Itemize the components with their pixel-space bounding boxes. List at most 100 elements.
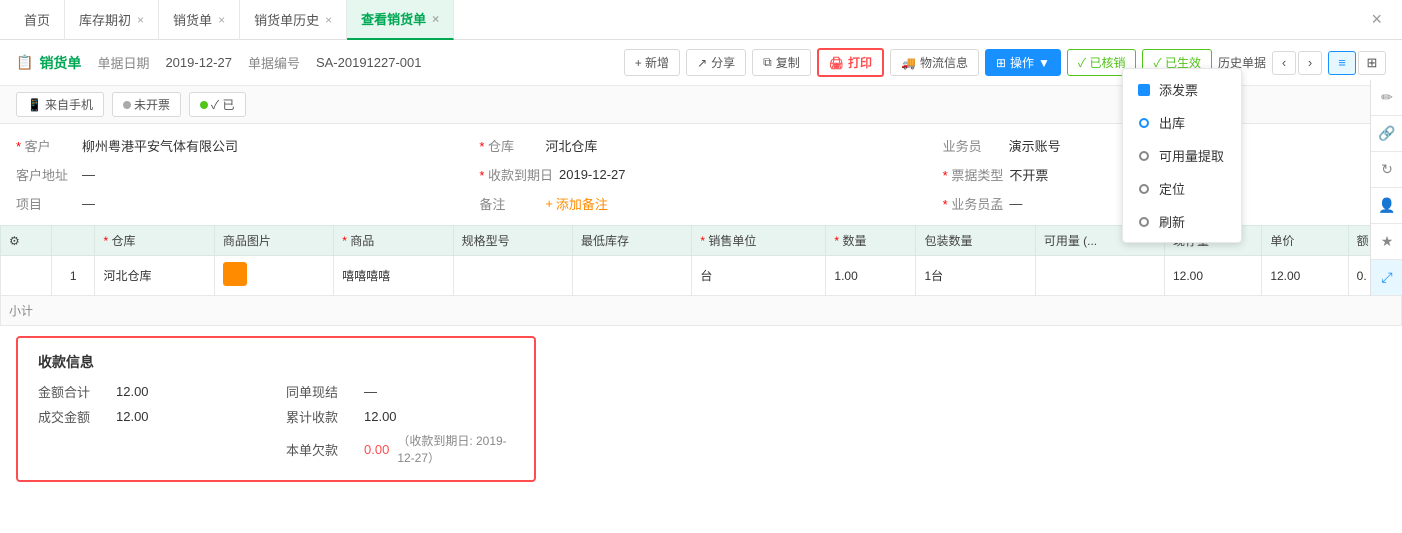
payment-date-value: 2019-12-27 — [559, 167, 626, 182]
refresh-icon — [1137, 215, 1151, 229]
confirm-btn[interactable]: ✓ 已 — [189, 92, 246, 117]
col-qty: 数量 — [826, 226, 916, 256]
add-invoice-icon — [1137, 83, 1151, 97]
print-btn[interactable]: 🖨 打印 — [817, 48, 884, 77]
list-view-toggle[interactable]: ≡ — [1328, 51, 1356, 75]
tab-view-sales[interactable]: 查看销货单 × — [347, 0, 454, 40]
col-num — [51, 226, 94, 256]
tab-sales-history[interactable]: 销货单历史 × — [240, 0, 347, 40]
add-note-icon: + — [545, 196, 553, 211]
doc-title: 📋 销货单 — [16, 53, 81, 73]
refresh-circle-icon — [1139, 217, 1149, 227]
row-stock: 12.00 — [1164, 256, 1261, 296]
total-amount-row: 金额合计 12.00 — [38, 382, 266, 401]
doc-type-label: 销货单 — [39, 53, 81, 73]
dropdown-outbound[interactable]: 出库 — [1123, 106, 1241, 139]
prev-arrow[interactable]: ‹ — [1272, 51, 1296, 75]
operations-icon: ⊞ — [996, 56, 1006, 70]
col-spec: 规格型号 — [453, 226, 572, 256]
logistics-btn[interactable]: 🚚 物流信息 — [890, 49, 979, 76]
tab-history-close[interactable]: × — [325, 13, 332, 27]
print-icon: 🖨 — [829, 56, 844, 70]
not-opened-btn[interactable]: 未开票 — [112, 92, 181, 117]
total-amount-value: 12.00 — [116, 384, 149, 399]
current-due-hint: （收款到期日: 2019-12-27） — [397, 432, 514, 466]
sidebar-user-icon[interactable]: 👤 — [1371, 188, 1402, 224]
logistics-icon: 🚚 — [901, 56, 916, 70]
invoice-value: 不开票 — [1009, 165, 1048, 184]
tab-sales-close[interactable]: × — [218, 13, 225, 27]
row-pack-qty: 1台 — [916, 256, 1035, 296]
available-qty-icon — [1137, 149, 1151, 163]
view-toggles: ≡ ⊞ — [1328, 51, 1386, 75]
settings-icon[interactable]: ⚙ — [9, 234, 20, 248]
transaction-label: 成交金额 — [38, 407, 108, 426]
share-btn[interactable]: ↗ 分享 — [686, 49, 746, 76]
outbound-label: 出库 — [1159, 113, 1185, 132]
customer-row: 客户 柳州粤港平安气体有限公司 — [16, 136, 459, 155]
col-unit-price: 单价 — [1262, 226, 1348, 256]
tab-home[interactable]: 首页 — [10, 0, 65, 40]
col-warehouse: 仓库 — [95, 226, 214, 256]
tab-view-sales-close[interactable]: × — [432, 12, 439, 26]
global-close-btn[interactable]: × — [1361, 9, 1392, 30]
subtotal-row: 小计 — [1, 296, 1402, 326]
transaction-value: 12.00 — [116, 409, 149, 424]
new-btn[interactable]: + 新增 — [624, 49, 680, 76]
cumulative-row: 累计收款 12.00 — [286, 407, 514, 426]
locate-circle-icon — [1139, 184, 1149, 194]
tab-home-label: 首页 — [24, 10, 50, 29]
current-due-label: 本单欠款 — [286, 440, 356, 459]
tab-history-label: 销货单历史 — [254, 10, 319, 29]
payment-date-label: 收款到期日 — [479, 165, 553, 184]
sidebar-rotate-icon[interactable]: ↻ — [1371, 152, 1402, 188]
copy-icon: ⧉ — [763, 55, 772, 70]
grid-view-toggle[interactable]: ⊞ — [1358, 51, 1386, 75]
row-spec — [453, 256, 572, 296]
same-settlement-row: 同单现结 — — [286, 382, 514, 401]
note-label: 备注 — [479, 194, 539, 213]
sales-staff-value: — — [1009, 196, 1022, 211]
subtotal-label: 小计 — [1, 296, 1402, 326]
next-arrow[interactable]: › — [1298, 51, 1322, 75]
warehouse-value: 河北仓库 — [545, 136, 597, 155]
operations-btn[interactable]: ⊞ 操作 ▼ — [985, 49, 1061, 76]
current-due-row: 本单欠款 0.00 （收款到期日: 2019-12-27） — [286, 432, 514, 466]
dropdown-refresh[interactable]: 刷新 — [1123, 205, 1241, 238]
col-min-stock: 最低库存 — [572, 226, 691, 256]
copy-btn[interactable]: ⧉ 复制 — [752, 49, 811, 76]
add-note-btn[interactable]: + 添加备注 — [545, 194, 608, 213]
sidebar-expand-icon[interactable]: ⤢ — [1371, 260, 1402, 296]
right-sidebar: ✏ 🔗 ↻ 👤 ★ ⤢ — [1370, 80, 1402, 296]
tab-inventory-close[interactable]: × — [137, 13, 144, 27]
from-phone-btn[interactable]: 📱 来自手机 — [16, 92, 104, 117]
nav-arrows: ‹ › — [1272, 51, 1322, 75]
col-settings: ⚙ — [1, 226, 52, 256]
row-num: 1 — [51, 256, 94, 296]
sidebar-edit-icon[interactable]: ✏ — [1371, 80, 1402, 116]
table-row: 1 河北仓库 嘻嘻嘻嘻 台 1.00 1台 12.00 12.00 0. — [1, 256, 1402, 296]
col-product: 商品 — [334, 226, 453, 256]
dropdown-available-qty[interactable]: 可用量提取 — [1123, 139, 1241, 172]
doc-meta: 单据日期 2019-12-27 单据编号 SA-20191227-001 — [97, 53, 421, 72]
sold-label: ✓ 已核销 — [1078, 54, 1126, 71]
outbound-icon — [1137, 116, 1151, 130]
customer-label: 客户 — [16, 136, 76, 155]
invoice-label: 票据类型 — [943, 165, 1004, 184]
tab-inventory-init[interactable]: 库存期初 × — [65, 0, 159, 40]
sidebar-star-icon[interactable]: ★ — [1371, 224, 1402, 260]
current-due-value: 0.00 — [364, 442, 389, 457]
dropdown-locate[interactable]: 定位 — [1123, 172, 1241, 205]
row-unit-price: 12.00 — [1262, 256, 1348, 296]
tab-sales-order[interactable]: 销货单 × — [159, 0, 240, 40]
warehouse-row: 仓库 河北仓库 — [479, 136, 922, 155]
date-label: 单据日期 — [97, 53, 149, 72]
product-thumbnail — [223, 262, 247, 286]
doc-actions: + 新增 ↗ 分享 ⧉ 复制 🖨 打印 🚚 物流信息 ⊞ 操作 ▼ — [624, 48, 1386, 77]
share-icon: ↗ — [697, 56, 707, 70]
add-note-label: 添加备注 — [556, 194, 608, 213]
tab-inventory-label: 库存期初 — [79, 10, 131, 29]
phone-icon: 📱 — [27, 98, 42, 112]
sidebar-link-icon[interactable]: 🔗 — [1371, 116, 1402, 152]
dropdown-add-invoice[interactable]: 添发票 — [1123, 73, 1241, 106]
